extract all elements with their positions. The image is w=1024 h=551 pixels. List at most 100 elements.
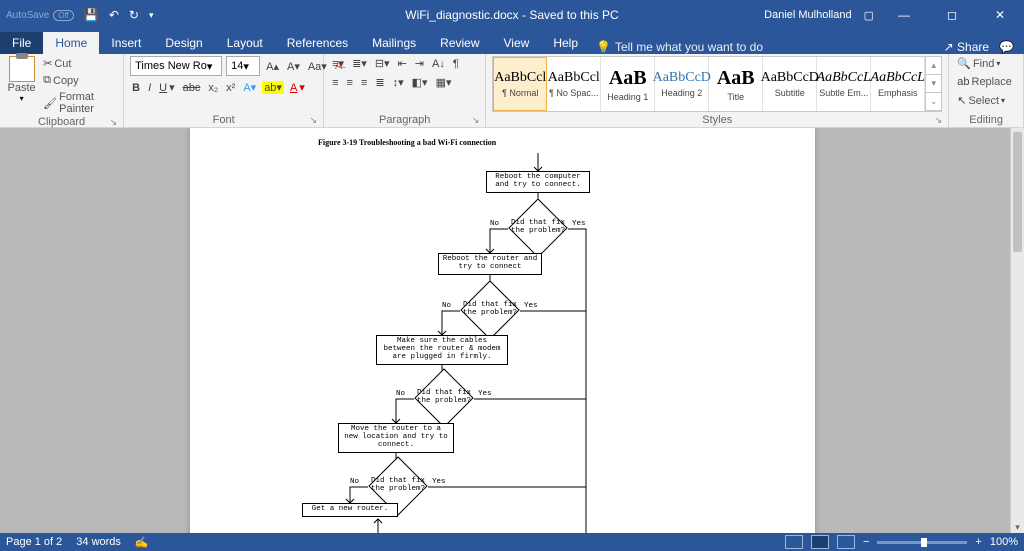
group-paragraph: ≡▾ ≣▾ ⊟▾ ⇤ ⇥ A↓ ¶ ≡ ≡ ≡ ≣ ↕▾ ◧▾ ▦▾ Parag… — [324, 54, 486, 127]
borders-button[interactable]: ▦▾ — [434, 75, 454, 90]
scroll-down-icon[interactable]: ▾ — [1011, 522, 1024, 533]
style-name: ¶ No Spac... — [549, 88, 598, 98]
find-label: Find — [973, 58, 994, 70]
find-button[interactable]: 🔍Find▾ — [955, 56, 1002, 71]
tab-review[interactable]: Review — [428, 32, 491, 54]
maximize-button[interactable]: ◻ — [934, 8, 970, 22]
style-title[interactable]: AaBTitle — [709, 57, 763, 111]
align-center-button[interactable]: ≡ — [345, 76, 355, 90]
style-subtle-em[interactable]: AaBbCcLSubtle Em... — [817, 57, 871, 111]
select-button[interactable]: ↖Select▾ — [955, 93, 1007, 108]
tab-view[interactable]: View — [492, 32, 542, 54]
format-painter-button[interactable]: 🖌Format Painter — [41, 90, 117, 116]
comments-icon[interactable]: 💬 — [999, 40, 1014, 54]
styles-more-icon[interactable]: ⌄ — [926, 93, 941, 111]
zoom-level[interactable]: 100% — [990, 536, 1018, 548]
paste-button[interactable]: Paste ▾ — [6, 56, 37, 103]
superscript-button[interactable]: x² — [224, 81, 237, 95]
read-mode-button[interactable] — [785, 535, 803, 549]
zoom-in-button[interactable]: + — [975, 536, 981, 548]
align-left-button[interactable]: ≡ — [330, 76, 340, 90]
highlight-button[interactable]: ab▾ — [262, 81, 284, 94]
style-heading2[interactable]: AaBbCcDHeading 2 — [655, 57, 709, 111]
chevron-down-icon[interactable]: ▾ — [926, 75, 941, 93]
share-button[interactable]: ↗ Share — [944, 40, 989, 54]
tab-references[interactable]: References — [275, 32, 360, 54]
tab-home[interactable]: Home — [43, 32, 99, 54]
tab-help[interactable]: Help — [541, 32, 590, 54]
tab-layout[interactable]: Layout — [215, 32, 275, 54]
proofing-icon[interactable]: ✍ — [135, 536, 149, 549]
font-launcher-icon[interactable]: ↘ — [310, 115, 318, 126]
replace-button[interactable]: abReplace — [955, 75, 1014, 89]
paragraph-launcher-icon[interactable]: ↘ — [472, 115, 480, 126]
zoom-slider[interactable] — [877, 541, 967, 544]
zoom-out-button[interactable]: − — [863, 536, 869, 548]
grow-font-button[interactable]: A▴ — [264, 59, 281, 74]
justify-button[interactable]: ≣ — [373, 75, 386, 90]
text-effects-button[interactable]: A▾ — [241, 80, 258, 95]
line-spacing-button[interactable]: ↕▾ — [391, 75, 406, 90]
style-normal[interactable]: AaBbCcl¶ Normal — [493, 57, 547, 111]
tab-mailings[interactable]: Mailings — [360, 32, 428, 54]
print-layout-button[interactable] — [811, 535, 829, 549]
font-name-combo[interactable]: Times New Ro ▾ — [130, 56, 222, 76]
styles-gallery[interactable]: AaBbCcl¶ Normal AaBbCcl¶ No Spac... AaBH… — [492, 56, 942, 112]
bullets-button[interactable]: ≡▾ — [330, 56, 346, 71]
redo-icon[interactable]: ↻ — [129, 8, 139, 22]
multilevel-button[interactable]: ⊟▾ — [373, 56, 392, 71]
user-name[interactable]: Daniel Mulholland — [764, 9, 851, 21]
web-layout-button[interactable] — [837, 535, 855, 549]
undo-icon[interactable]: ↶ — [109, 8, 119, 22]
group-font: Times New Ro ▾ 14 ▾ A▴ A▾ Aa▾ A̶ B I U▾ … — [124, 54, 324, 127]
copy-icon: ⧉ — [43, 74, 51, 87]
bold-button[interactable]: B — [130, 81, 142, 95]
tab-design[interactable]: Design — [153, 32, 214, 54]
vertical-scrollbar[interactable]: ▴ ▾ — [1010, 128, 1024, 533]
subscript-button[interactable]: x₂ — [206, 81, 220, 95]
style-subtitle[interactable]: AaBbCcDSubtitle — [763, 57, 817, 111]
shading-button[interactable]: ◧▾ — [410, 75, 430, 90]
clipboard-launcher-icon[interactable]: ↘ — [110, 117, 118, 128]
underline-button[interactable]: U▾ — [157, 80, 176, 95]
chevron-up-icon[interactable]: ▴ — [926, 57, 941, 75]
document-page[interactable]: Figure 3-19 Troubleshooting a bad Wi-Fi … — [190, 128, 815, 533]
qat-more-icon[interactable]: ▾ — [149, 10, 154, 21]
sort-button[interactable]: A↓ — [430, 57, 447, 71]
status-bar: Page 1 of 2 34 words ✍ − + 100% — [0, 533, 1024, 551]
show-marks-button[interactable]: ¶ — [451, 57, 461, 71]
close-button[interactable]: ✕ — [982, 8, 1018, 22]
styles-launcher-icon[interactable]: ↘ — [935, 115, 943, 126]
minimize-button[interactable]: — — [886, 8, 922, 22]
strike-button[interactable]: abc — [181, 81, 203, 95]
zoom-slider-thumb[interactable] — [921, 538, 927, 547]
tab-file[interactable]: File — [0, 32, 43, 54]
copy-button[interactable]: ⧉Copy — [41, 73, 117, 88]
numbering-button[interactable]: ≣▾ — [350, 56, 369, 71]
document-area[interactable]: Figure 3-19 Troubleshooting a bad Wi-Fi … — [0, 128, 1024, 533]
styles-scroll[interactable]: ▴▾⌄ — [925, 57, 941, 111]
autosave-toggle[interactable]: AutoSave Off — [6, 10, 74, 21]
word-count[interactable]: 34 words — [76, 536, 121, 548]
flow-step-new-router: Get a new router. — [302, 503, 398, 517]
page-status[interactable]: Page 1 of 2 — [6, 536, 62, 548]
tell-me-search[interactable]: 💡 Tell me what you want to do — [596, 40, 763, 54]
save-icon[interactable]: 💾 — [84, 8, 99, 22]
font-size-combo[interactable]: 14 ▾ — [226, 56, 260, 76]
scrollbar-thumb[interactable] — [1013, 132, 1022, 252]
ribbon-display-icon[interactable]: ▢ — [864, 9, 874, 22]
tab-insert[interactable]: Insert — [99, 32, 153, 54]
style-heading1[interactable]: AaBHeading 1 — [601, 57, 655, 111]
style-nospacing[interactable]: AaBbCcl¶ No Spac... — [547, 57, 601, 111]
style-emphasis[interactable]: AaBbCcLEmphasis — [871, 57, 925, 111]
style-name: Heading 2 — [661, 88, 702, 98]
decrease-indent-button[interactable]: ⇤ — [396, 56, 409, 71]
align-right-button[interactable]: ≡ — [359, 76, 369, 90]
increase-indent-button[interactable]: ⇥ — [413, 56, 426, 71]
shrink-font-button[interactable]: A▾ — [285, 59, 302, 74]
editing-group-label: Editing — [969, 114, 1003, 126]
format-painter-label: Format Painter — [59, 91, 115, 115]
cut-button[interactable]: ✂Cut — [41, 56, 117, 71]
italic-button[interactable]: I — [146, 81, 153, 95]
font-color-button[interactable]: A▾ — [288, 80, 307, 95]
